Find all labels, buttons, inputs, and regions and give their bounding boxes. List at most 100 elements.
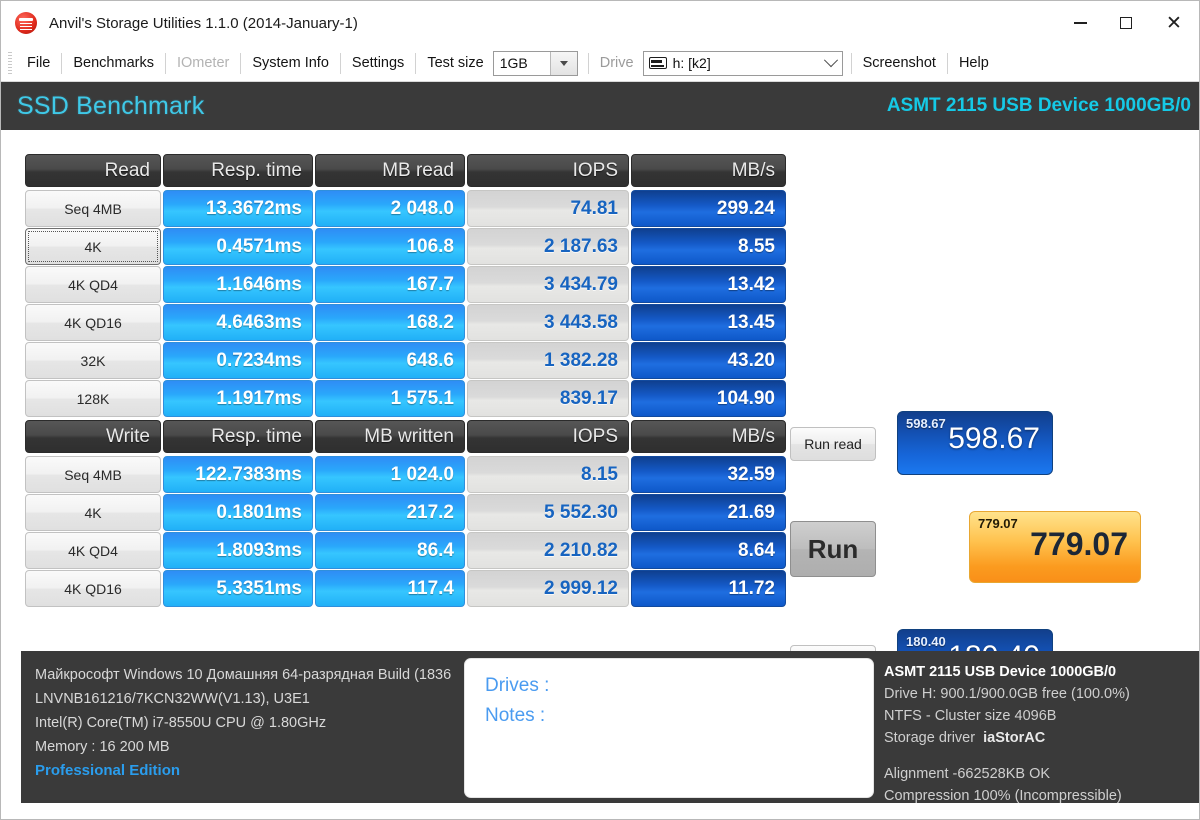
menu-item-file[interactable]: File — [16, 45, 61, 81]
table-row: Seq 4MB 13.3672ms 2 048.0 74.81 299.24 — [25, 190, 786, 227]
read-mbs-cell-2: 13.42 — [631, 266, 786, 303]
write-iops-cell-2: 2 210.82 — [467, 532, 629, 569]
section-header-band: SSD Benchmark ASMT 2115 USB Device 1000G… — [1, 82, 1199, 130]
close-button[interactable]: ✕ — [1149, 1, 1199, 45]
write-resp-time-cell-3: 5.3351ms — [163, 570, 313, 607]
drive-info-compression: Compression 100% (Incompressible) — [884, 788, 1122, 804]
write-mb-cell-3: 117.4 — [315, 570, 465, 607]
read-table-header-row: Read Resp. time MB read IOPS MB/s — [25, 154, 786, 187]
read-iops-cell-5: 839.17 — [467, 380, 629, 417]
write-header-mb-written: MB written — [315, 420, 465, 453]
read-resp-time-cell-2: 1.1646ms — [163, 266, 313, 303]
menu-grip-handle[interactable] — [8, 52, 12, 74]
drive-info-alignment: Alignment -662528KB OK — [884, 766, 1051, 782]
test-size-dropdown-button[interactable] — [549, 51, 577, 75]
drive-info-driver-value: iaStorAC — [983, 730, 1046, 746]
window-controls: ✕ — [1057, 1, 1199, 45]
drive-info-spacer — [884, 749, 1130, 763]
window-title: Anvil's Storage Utilities 1.1.0 (2014-Ja… — [49, 14, 358, 32]
test-size-value: 1GB — [499, 55, 528, 71]
write-header-write: Write — [25, 420, 161, 453]
menu-item-system-info[interactable]: System Info — [241, 45, 340, 81]
run-read-button[interactable]: Run read — [790, 427, 876, 461]
minimize-button[interactable] — [1057, 1, 1103, 45]
menu-item-settings[interactable]: Settings — [341, 45, 415, 81]
read-resp-time-cell-1: 0.4571ms — [163, 228, 313, 265]
read-mb-cell-1: 106.8 — [315, 228, 465, 265]
main-content: Read Resp. time MB read IOPS MB/s Seq 4M… — [1, 130, 1199, 693]
drives-label: Drives : — [485, 675, 550, 696]
drive-label: Drive — [599, 55, 634, 71]
notes-label: Notes : — [485, 705, 546, 726]
write-mbs-cell-1: 21.69 — [631, 494, 786, 531]
close-icon: ✕ — [1166, 12, 1182, 34]
menu-item-screenshot[interactable]: Screenshot — [852, 45, 947, 81]
drive-info-driver-label: Storage driver — [884, 730, 976, 746]
read-iops-cell-1: 2 187.63 — [467, 228, 629, 265]
chevron-down-icon — [559, 60, 568, 66]
read-header-read: Read — [25, 154, 161, 187]
drive-value: h: [k2] — [672, 55, 711, 71]
total-score-badge: 779.07 779.07 — [969, 511, 1141, 583]
run-all-button[interactable]: Run — [790, 521, 876, 577]
table-row: Seq 4MB 122.7383ms 1 024.0 8.15 32.59 — [25, 456, 786, 493]
read-score-value: 598.67 — [948, 422, 1040, 455]
system-info-block: Майкрософт Windows 10 Домашняя 64-разряд… — [35, 663, 451, 783]
drive-info-filesystem: NTFS - Cluster size 4096B — [884, 708, 1057, 724]
read-header-resp-time: Resp. time — [163, 154, 313, 187]
read-resp-time-cell-3: 4.6463ms — [163, 304, 313, 341]
read-mbs-cell-5: 104.90 — [631, 380, 786, 417]
write-test-button-0[interactable]: Seq 4MB — [25, 456, 161, 493]
drive-select[interactable]: h: [k2] — [642, 50, 843, 76]
write-iops-cell-3: 2 999.12 — [467, 570, 629, 607]
write-resp-time-cell-0: 122.7383ms — [163, 456, 313, 493]
system-cpu-line: Intel(R) Core(TM) i7-8550U CPU @ 1.80GHz — [35, 715, 327, 731]
write-mbs-cell-3: 11.72 — [631, 570, 786, 607]
minimize-icon — [1073, 22, 1087, 24]
write-test-button-2[interactable]: 4K QD4 — [25, 532, 161, 569]
chevron-down-icon — [823, 53, 838, 68]
read-resp-time-cell-0: 13.3672ms — [163, 190, 313, 227]
read-iops-cell-0: 74.81 — [467, 190, 629, 227]
read-header-mbs: MB/s — [631, 154, 786, 187]
write-test-button-1[interactable]: 4K — [25, 494, 161, 531]
read-test-button-0[interactable]: Seq 4MB — [25, 190, 161, 227]
read-score-badge: 598.67 598.67 — [897, 411, 1053, 475]
read-test-button-5[interactable]: 128K — [25, 380, 161, 417]
write-resp-time-cell-1: 0.1801ms — [163, 494, 313, 531]
menu-item-help[interactable]: Help — [948, 45, 1000, 81]
read-score-mini-label: 598.67 — [906, 416, 946, 431]
drive-info-block: ASMT 2115 USB Device 1000GB/0 Drive H: 9… — [884, 661, 1130, 807]
system-memory-line: Memory : 16 200 MB — [35, 739, 170, 755]
write-results-table: Write Resp. time MB written IOPS MB/s Se… — [25, 420, 786, 608]
drive-icon — [648, 57, 667, 69]
page-title: SSD Benchmark — [17, 91, 205, 120]
table-row: 4K QD16 4.6463ms 168.2 3 443.58 13.45 — [25, 304, 786, 341]
read-test-button-1[interactable]: 4K — [25, 228, 161, 265]
write-iops-cell-1: 5 552.30 — [467, 494, 629, 531]
drive-info-device: ASMT 2115 USB Device 1000GB/0 — [884, 664, 1117, 680]
total-score-value: 779.07 — [1030, 526, 1128, 562]
write-header-iops: IOPS — [467, 420, 629, 453]
read-mbs-cell-3: 13.45 — [631, 304, 786, 341]
test-size-select[interactable]: 1GB — [492, 50, 578, 76]
header-device-name: ASMT 2115 USB Device 1000GB/0 — [886, 95, 1191, 116]
read-test-button-3[interactable]: 4K QD16 — [25, 304, 161, 341]
write-test-button-3[interactable]: 4K QD16 — [25, 570, 161, 607]
anvil-app-icon — [15, 12, 37, 34]
write-mbs-cell-2: 8.64 — [631, 532, 786, 569]
write-mb-cell-1: 217.2 — [315, 494, 465, 531]
read-header-mb-read: MB read — [315, 154, 465, 187]
read-mb-cell-0: 2 048.0 — [315, 190, 465, 227]
read-test-button-4[interactable]: 32K — [25, 342, 161, 379]
edition-label: Professional Edition — [35, 762, 181, 779]
menu-item-benchmarks[interactable]: Benchmarks — [62, 45, 165, 81]
app-window: Anvil's Storage Utilities 1.1.0 (2014-Ja… — [0, 0, 1200, 820]
table-row: 4K 0.4571ms 106.8 2 187.63 8.55 — [25, 228, 786, 265]
write-mb-cell-2: 86.4 — [315, 532, 465, 569]
read-test-button-2[interactable]: 4K QD4 — [25, 266, 161, 303]
maximize-button[interactable] — [1103, 1, 1149, 45]
menu-item-iometer: IOmeter — [176, 55, 230, 71]
notes-panel[interactable]: Drives : Notes : — [464, 658, 874, 798]
read-mbs-cell-4: 43.20 — [631, 342, 786, 379]
